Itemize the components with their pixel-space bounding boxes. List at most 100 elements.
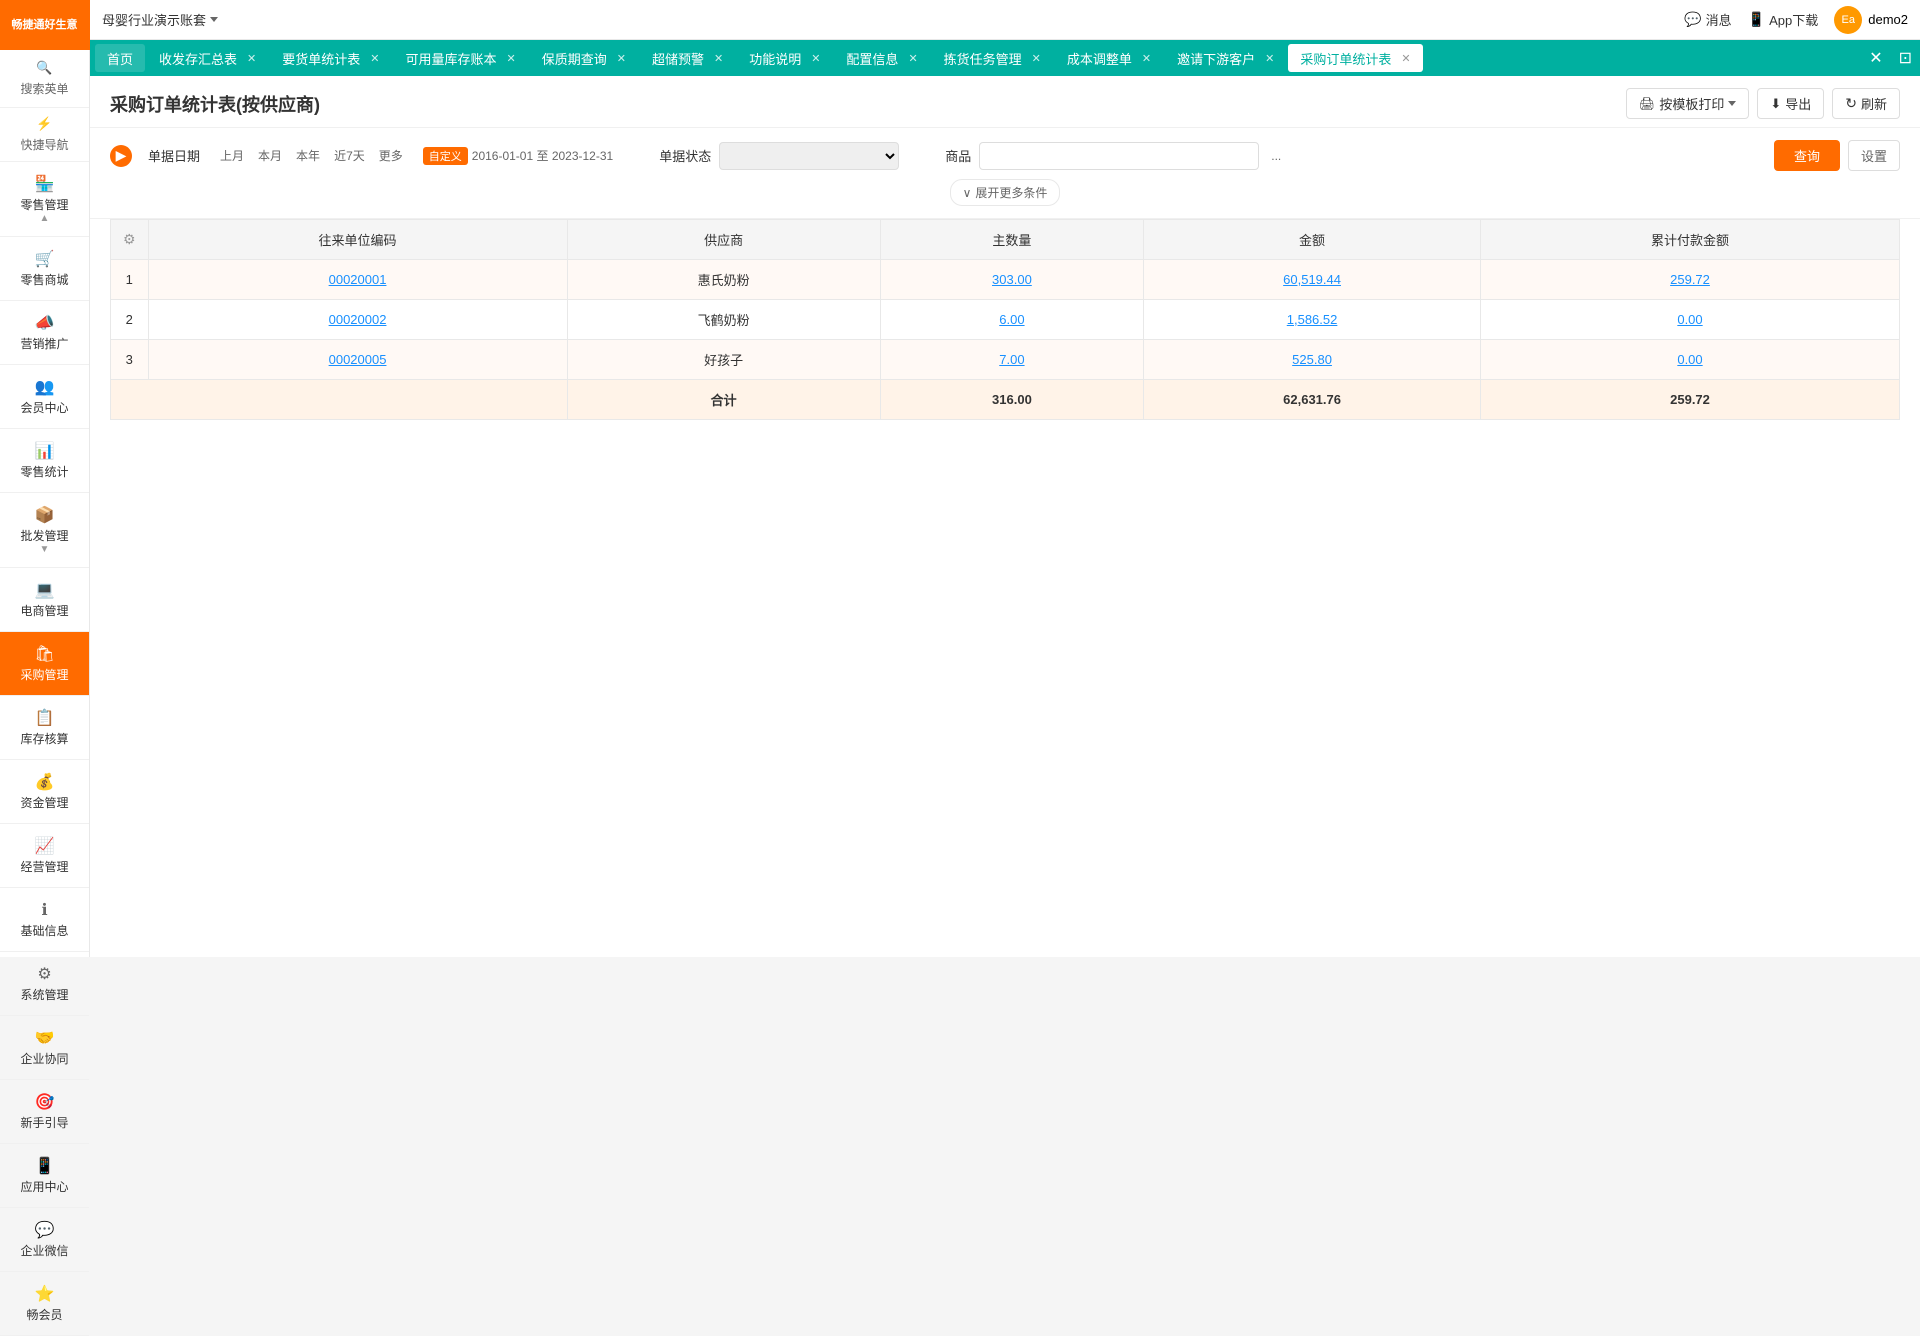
sidebar-item-enterprise[interactable]: 🤝 企业协同 xyxy=(0,1016,89,1080)
table-row[interactable]: 3 00020005 好孩子 7.00 525.80 0.00 xyxy=(111,340,1900,380)
tab-cost-adjust-close[interactable]: ✕ xyxy=(1142,52,1151,65)
sidebar-item-basic[interactable]: ℹ 基础信息 xyxy=(0,888,89,952)
row-qty[interactable]: 303.00 xyxy=(880,260,1143,300)
row-code[interactable]: 00020001 xyxy=(148,260,567,300)
date-option-this-year[interactable]: 本年 xyxy=(292,145,324,166)
filter-toggle-btn[interactable]: ▶ xyxy=(110,145,132,167)
tab-income-expense-close[interactable]: ✕ xyxy=(247,52,256,65)
sidebar-item-inventory[interactable]: 📋 库存核算 xyxy=(0,696,89,760)
tab-inventory-account-close[interactable]: ✕ xyxy=(507,52,516,65)
tab-inventory-account[interactable]: 可用量库存账本 ✕ xyxy=(393,44,527,72)
row-paid[interactable]: 0.00 xyxy=(1481,300,1900,340)
goods-input[interactable] xyxy=(979,142,1259,170)
row-amount[interactable]: 525.80 xyxy=(1144,340,1481,380)
topbar-user[interactable]: Ea demo2 xyxy=(1834,6,1908,34)
tab-purchase-stat[interactable]: 采购订单统计表 ✕ xyxy=(1288,44,1422,72)
more-filter-btn[interactable]: ... xyxy=(1271,149,1281,163)
date-option-this-month[interactable]: 本月 xyxy=(254,145,286,166)
row-code[interactable]: 00020002 xyxy=(148,300,567,340)
sidebar-item-retail[interactable]: 🏪 零售管理 ▲ xyxy=(0,162,89,237)
tab-config-info[interactable]: 配置信息 ✕ xyxy=(834,44,929,72)
tab-func-desc-close[interactable]: ✕ xyxy=(811,52,820,65)
operations-label: 经营管理 xyxy=(20,858,68,875)
tab-invite-downstream-close[interactable]: ✕ xyxy=(1265,52,1274,65)
tab-func-desc[interactable]: 功能说明 ✕ xyxy=(737,44,832,72)
tab-home[interactable]: 首页 xyxy=(95,44,145,72)
date-option-7days[interactable]: 近7天 xyxy=(330,145,369,166)
print-button[interactable]: 按模板打印 xyxy=(1626,88,1750,119)
member2-icon: ⭐ xyxy=(35,1284,55,1304)
app-icon xyxy=(1748,11,1765,28)
column-settings-icon[interactable] xyxy=(123,232,136,247)
table-col-settings xyxy=(111,220,149,260)
refresh-button[interactable]: 刷新 xyxy=(1832,88,1900,119)
sidebar-item-appcenter[interactable]: 📱 应用中心 xyxy=(0,1144,89,1208)
row-qty[interactable]: 6.00 xyxy=(880,300,1143,340)
footer-qty: 316.00 xyxy=(880,380,1143,420)
row-paid[interactable]: 0.00 xyxy=(1481,340,1900,380)
tab-expiry-query-close[interactable]: ✕ xyxy=(617,52,626,65)
page-title: 采购订单统计表(按供应商) xyxy=(110,91,320,117)
sidebar-item-system[interactable]: ⚙ 系统管理 xyxy=(0,952,89,1016)
wholesale-label: 批发管理 xyxy=(20,527,68,544)
row-paid[interactable]: 259.72 xyxy=(1481,260,1900,300)
account-switcher[interactable]: 母婴行业演示账套 xyxy=(102,10,218,29)
query-actions: 查询 设置 xyxy=(1774,140,1900,171)
sidebar-item-quicknav[interactable]: ⚡ 快捷导航 xyxy=(0,108,89,162)
refresh-icon xyxy=(1845,95,1857,112)
tab-purchase-stat-close[interactable]: ✕ xyxy=(1401,52,1410,65)
sidebar-item-finance[interactable]: 💰 资金管理 xyxy=(0,760,89,824)
sidebar-item-search[interactable]: 🔍 搜索英单 xyxy=(0,50,89,108)
expand-label: 展开更多条件 xyxy=(975,184,1047,201)
tab-invite-downstream[interactable]: 邀请下游客户 ✕ xyxy=(1165,44,1286,72)
tab-overstock[interactable]: 超储预警 ✕ xyxy=(640,44,735,72)
sidebar-item-purchase[interactable]: 🛍 采购管理 xyxy=(0,632,89,696)
sidebar-item-guide[interactable]: 🎯 新手引导 xyxy=(0,1080,89,1144)
basic-icon: ℹ xyxy=(41,900,47,920)
tab-overstock-close[interactable]: ✕ xyxy=(714,52,723,65)
row-amount[interactable]: 1,586.52 xyxy=(1144,300,1481,340)
sidebar-item-retail-stat[interactable]: 📊 零售统计 xyxy=(0,429,89,493)
member2-label: 畅会员 xyxy=(26,1306,62,1323)
table-row[interactable]: 1 00020001 惠氏奶粉 303.00 60,519.44 259.72 xyxy=(111,260,1900,300)
tab-inventory-account-label: 可用量库存账本 xyxy=(405,49,496,68)
data-table: 往来单位编码 供应商 主数量 金额 累计付款金额 1 00020001 惠氏奶粉… xyxy=(110,219,1900,420)
row-amount[interactable]: 60,519.44 xyxy=(1144,260,1481,300)
close-tab-btn[interactable]: ✕ xyxy=(1865,46,1886,70)
tab-goods-stat[interactable]: 要货单统计表 ✕ xyxy=(270,44,391,72)
sidebar-item-shop[interactable]: 🛒 零售商城 xyxy=(0,237,89,301)
marketing-icon: 📣 xyxy=(35,313,55,333)
sidebar-item-wholesale[interactable]: 📦 批发管理 ▼ xyxy=(0,493,89,568)
tab-income-expense[interactable]: 收发存汇总表 ✕ xyxy=(147,44,268,72)
sidebar-item-member2[interactable]: ⭐ 畅会员 xyxy=(0,1272,89,1336)
page-header-actions: 按模板打印 导出 刷新 xyxy=(1626,88,1900,119)
tab-expiry-query[interactable]: 保质期查询 ✕ xyxy=(530,44,638,72)
restore-tab-btn[interactable]: ⊡ xyxy=(1895,46,1916,70)
tab-config-info-close[interactable]: ✕ xyxy=(908,52,917,65)
tab-goods-stat-close[interactable]: ✕ xyxy=(370,52,379,65)
sidebar-item-member[interactable]: 👥 会员中心 xyxy=(0,365,89,429)
settings-button[interactable]: 设置 xyxy=(1848,140,1900,171)
sidebar-item-wechat[interactable]: 💬 企业微信 xyxy=(0,1208,89,1272)
export-button[interactable]: 导出 xyxy=(1757,88,1824,119)
table-row[interactable]: 2 00020002 飞鹤奶粉 6.00 1,586.52 0.00 xyxy=(111,300,1900,340)
topbar-app-btn[interactable]: App下载 xyxy=(1748,10,1819,29)
avatar: Ea xyxy=(1834,6,1862,34)
date-option-more[interactable]: 更多 xyxy=(375,145,407,166)
sidebar-item-marketing[interactable]: 📣 营销推广 xyxy=(0,301,89,365)
date-option-last-month[interactable]: 上月 xyxy=(216,145,248,166)
status-select[interactable] xyxy=(719,142,899,170)
row-qty[interactable]: 7.00 xyxy=(880,340,1143,380)
row-code[interactable]: 00020005 xyxy=(148,340,567,380)
tab-pick-task[interactable]: 拣货任务管理 ✕ xyxy=(932,44,1053,72)
appcenter-label: 应用中心 xyxy=(20,1178,68,1195)
tab-invite-downstream-label: 邀请下游客户 xyxy=(1177,49,1255,68)
query-button[interactable]: 查询 xyxy=(1774,140,1840,171)
operations-icon: 📈 xyxy=(35,836,55,856)
topbar-msg-btn[interactable]: 消息 xyxy=(1684,10,1731,29)
tab-cost-adjust[interactable]: 成本调整单 ✕ xyxy=(1055,44,1163,72)
filter-expand-btn[interactable]: ∨ 展开更多条件 xyxy=(950,179,1061,206)
sidebar-item-ecommerce[interactable]: 💻 电商管理 xyxy=(0,568,89,632)
tab-pick-task-close[interactable]: ✕ xyxy=(1032,52,1041,65)
sidebar-item-operations[interactable]: 📈 经营管理 xyxy=(0,824,89,888)
